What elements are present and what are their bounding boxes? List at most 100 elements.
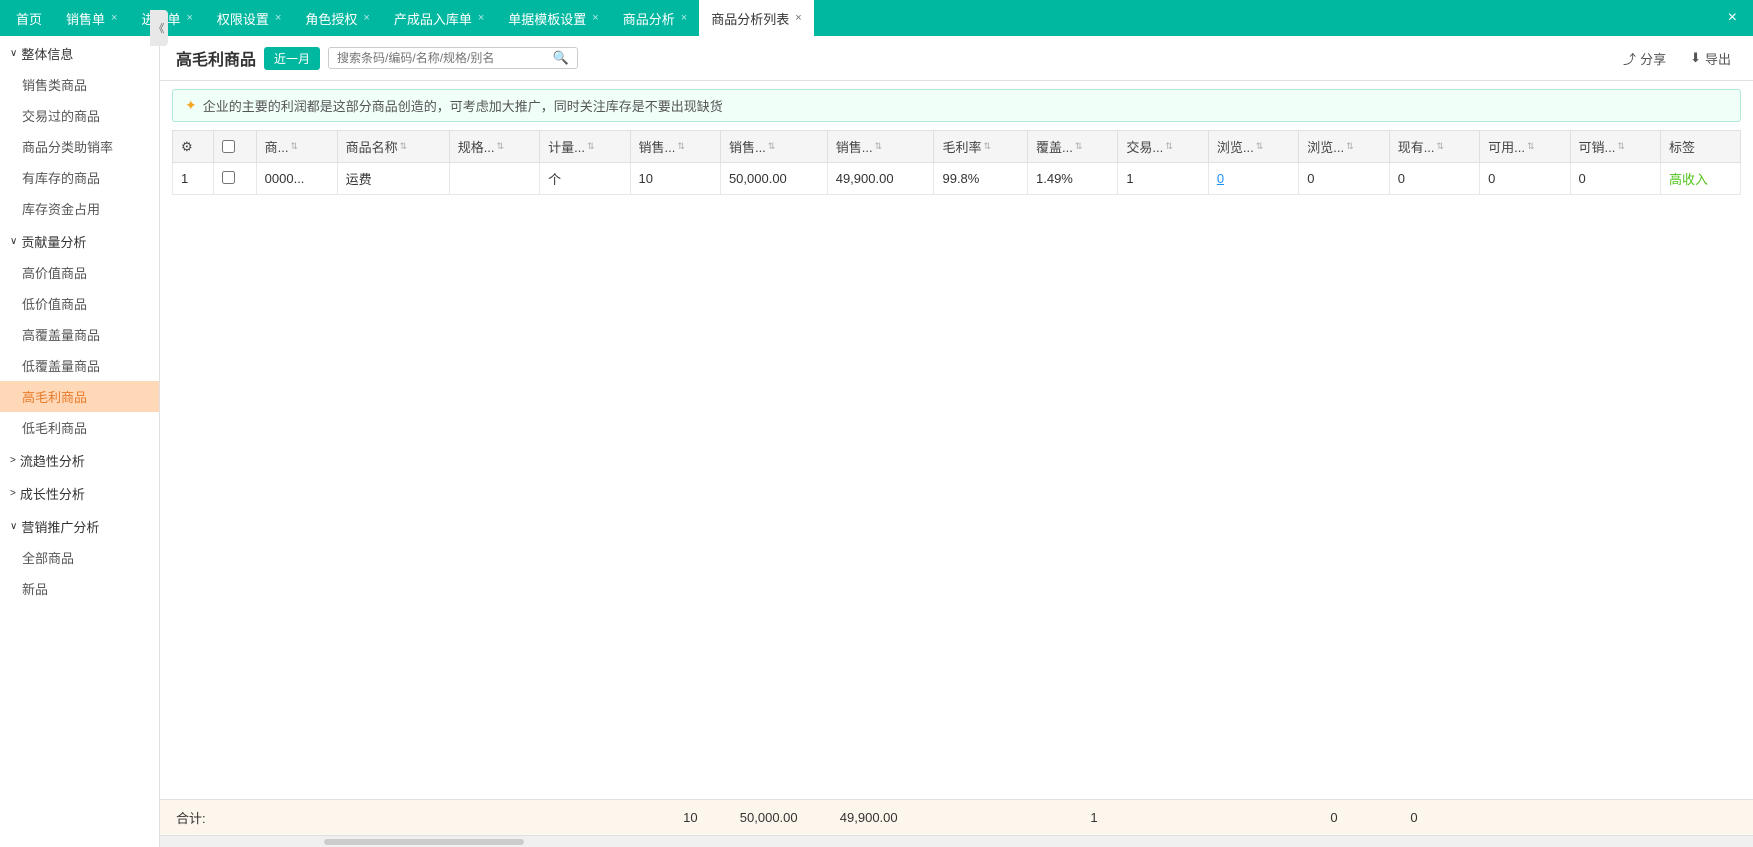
sidebar-item-全部商品[interactable]: 全部商品 [0, 542, 159, 573]
row-coverage: 1.49% [1028, 163, 1118, 195]
sidebar-item-销售类商品[interactable]: 销售类商品 [0, 69, 159, 100]
sort-icon[interactable]: ⇅ [1437, 141, 1445, 152]
info-icon: ✦ [185, 97, 197, 114]
nav-tab-单据模板设置[interactable]: 单据模板设置× [496, 0, 610, 36]
search-icon[interactable]: 🔍 [553, 50, 569, 66]
select-all-checkbox[interactable] [222, 140, 235, 153]
sort-icon[interactable]: ⇅ [984, 141, 992, 152]
tab-close-icon[interactable]: × [592, 12, 598, 24]
table-header-5[interactable]: 计量... ⇅ [540, 131, 630, 163]
sort-icon[interactable]: ⇅ [587, 141, 595, 152]
table-header-13[interactable]: 浏览... ⇅ [1299, 131, 1389, 163]
row-sellable: 0 [1570, 163, 1660, 195]
table-header-8[interactable]: 销售... ⇅ [827, 131, 934, 163]
row-tag: 高收入 [1660, 163, 1740, 195]
sidebar-group-贡献量分析[interactable]: ∨贡献量分析 [0, 224, 159, 257]
sort-icon[interactable]: ⇅ [291, 141, 299, 152]
sidebar-item-库存资金占用[interactable]: 库存资金占用 [0, 193, 159, 224]
sidebar-item-低覆盖量商品[interactable]: 低覆盖量商品 [0, 350, 159, 381]
export-button[interactable]: ⬇ 导出 [1684, 47, 1737, 70]
sort-icon[interactable]: ⇅ [400, 141, 408, 152]
row-name: 运费 [337, 163, 449, 195]
nav-tab-商品分析[interactable]: 商品分析× [611, 0, 699, 36]
row-browse2: 0 [1299, 163, 1389, 195]
sidebar: ∨整体信息销售类商品交易过的商品商品分类助销率有库存的商品库存资金占用∨贡献量分… [0, 36, 160, 847]
share-button[interactable]: ⤴ 分享 [1617, 47, 1672, 70]
row-browse1: 0 [1208, 163, 1298, 195]
chevron-icon: ∨ [10, 521, 17, 532]
nav-tab-权限设置[interactable]: 权限设置× [205, 0, 293, 36]
table-header-4[interactable]: 规格... ⇅ [449, 131, 539, 163]
tab-close-icon[interactable]: × [275, 12, 281, 24]
sidebar-group-成长性分析[interactable]: >成长性分析 [0, 476, 159, 509]
sidebar-item-商品分类助销率[interactable]: 商品分类助销率 [0, 131, 159, 162]
nav-tab-角色授权[interactable]: 角色授权× [293, 0, 381, 36]
tab-close-icon[interactable]: × [186, 12, 192, 24]
sort-icon[interactable]: ⇅ [1346, 141, 1354, 152]
sidebar-item-交易过的商品[interactable]: 交易过的商品 [0, 100, 159, 131]
sort-icon[interactable]: ⇅ [768, 141, 776, 152]
scrollbar-thumb[interactable] [324, 839, 524, 845]
content-header: 高毛利商品 近一月 🔍 ⤴ 分享 ⬇ 导出 [160, 36, 1753, 81]
tab-close-icon[interactable]: × [681, 12, 687, 24]
table-header-12[interactable]: 浏览... ⇅ [1208, 131, 1298, 163]
data-table: ⚙商... ⇅商品名称 ⇅规格... ⇅计量... ⇅销售... ⇅销售... … [172, 130, 1741, 195]
top-navigation: 首页销售单×进货单×权限设置×角色授权×产成品入库单×单据模板设置×商品分析×商… [0, 0, 1753, 36]
sort-icon[interactable]: ⇅ [1165, 141, 1173, 152]
tab-close-icon[interactable]: × [363, 12, 369, 24]
nav-tab-销售单[interactable]: 销售单× [54, 0, 129, 36]
sidebar-group-营销推广分析[interactable]: ∨营销推广分析 [0, 509, 159, 542]
table-header-14[interactable]: 现有... ⇅ [1389, 131, 1479, 163]
row-gross-rate: 99.8% [934, 163, 1028, 195]
table-header-3[interactable]: 商品名称 ⇅ [337, 131, 449, 163]
sidebar-group-流趋性分析[interactable]: >流趋性分析 [0, 443, 159, 476]
bottom-scrollbar[interactable] [160, 835, 1753, 847]
table-header-7[interactable]: 销售... ⇅ [720, 131, 827, 163]
row-select-checkbox[interactable] [222, 171, 235, 184]
nav-tab-商品分析列表[interactable]: 商品分析列表× [699, 0, 813, 36]
sort-icon[interactable]: ⇅ [1617, 141, 1625, 152]
sidebar-item-有库存的商品[interactable]: 有库存的商品 [0, 162, 159, 193]
sidebar-item-高覆盖量商品[interactable]: 高覆盖量商品 [0, 319, 159, 350]
row-code: 0000... [256, 163, 337, 195]
tab-close-icon[interactable]: × [478, 12, 484, 24]
sort-icon[interactable]: ⇅ [875, 141, 883, 152]
nav-tab-产成品入库单[interactable]: 产成品入库单× [382, 0, 496, 36]
sidebar-item-新品[interactable]: 新品 [0, 573, 159, 604]
table-header-0: ⚙ [173, 131, 214, 163]
sort-icon[interactable]: ⇅ [1256, 141, 1264, 152]
table-row: 10000...运费个1050,000.0049,900.0099.8%1.49… [173, 163, 1741, 195]
table-header-2[interactable]: 商... ⇅ [256, 131, 337, 163]
sidebar-collapse-button[interactable]: 《 [150, 36, 168, 46]
total-cell-10 [976, 810, 1046, 825]
table-header-6[interactable]: 销售... ⇅ [630, 131, 720, 163]
total-cell-9 [906, 810, 976, 825]
search-input[interactable] [337, 51, 549, 65]
sidebar-item-高毛利商品[interactable]: 高毛利商品 [0, 381, 159, 412]
sidebar-group-整体信息[interactable]: ∨整体信息 [0, 36, 159, 69]
table-header-9[interactable]: 毛利率 ⇅ [934, 131, 1028, 163]
sort-icon[interactable]: ⇅ [1527, 141, 1535, 152]
row-transaction: 1 [1118, 163, 1208, 195]
close-window-button[interactable]: × [1716, 9, 1749, 27]
table-header-15[interactable]: 可用... ⇅ [1480, 131, 1570, 163]
content-area: 高毛利商品 近一月 🔍 ⤴ 分享 ⬇ 导出 ✦ 企业的主要的利润都是这部分商品创… [160, 36, 1753, 847]
info-text: 企业的主要的利润都是这部分商品创造的，可考虑加大推广，同时关注库存是不要出现缺货 [203, 96, 723, 115]
sort-icon[interactable]: ⇅ [1075, 141, 1083, 152]
tab-close-icon[interactable]: × [795, 12, 801, 24]
table-header-10[interactable]: 覆盖... ⇅ [1028, 131, 1118, 163]
total-cell-14: 0 [1266, 810, 1346, 825]
filter-month-button[interactable]: 近一月 [264, 47, 320, 70]
sort-icon[interactable]: ⇅ [497, 141, 505, 152]
sidebar-item-低价值商品[interactable]: 低价值商品 [0, 288, 159, 319]
nav-tab-首页[interactable]: 首页 [4, 0, 54, 36]
table-header-1 [213, 131, 256, 163]
sidebar-item-高价值商品[interactable]: 高价值商品 [0, 257, 159, 288]
table-header-16[interactable]: 可销... ⇅ [1570, 131, 1660, 163]
total-cell-13 [1186, 810, 1266, 825]
table-header-11[interactable]: 交易... ⇅ [1118, 131, 1208, 163]
tab-close-icon[interactable]: × [111, 12, 117, 24]
sidebar-item-低毛利商品[interactable]: 低毛利商品 [0, 412, 159, 443]
sort-icon[interactable]: ⇅ [677, 141, 685, 152]
page-title: 高毛利商品 [176, 46, 256, 70]
